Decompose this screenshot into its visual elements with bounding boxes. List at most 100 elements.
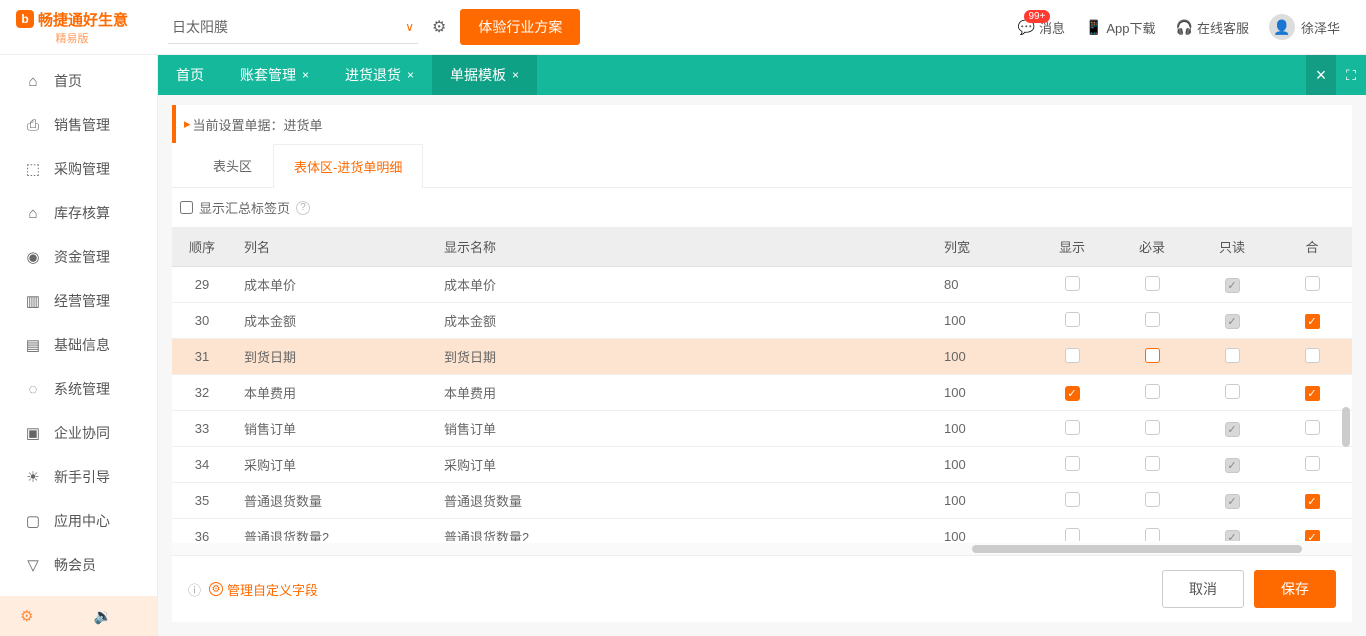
sound-icon[interactable]: 🔉: [93, 607, 112, 625]
table-row[interactable]: 34 采购订单 采购订单 100: [172, 447, 1352, 483]
checkbox[interactable]: [1305, 348, 1320, 363]
expand-button[interactable]: ⛶: [1336, 55, 1366, 95]
sidebar-item-7[interactable]: ◌系统管理: [0, 367, 157, 411]
checkbox[interactable]: [1305, 494, 1320, 509]
sidebar-item-1[interactable]: ⎙销售管理: [0, 103, 157, 147]
cell-readonly: [1192, 303, 1272, 339]
sidebar-item-11[interactable]: ▽畅会员: [0, 543, 157, 587]
sidebar-item-3[interactable]: ⌂库存核算: [0, 191, 157, 235]
close-icon[interactable]: ×: [512, 68, 519, 82]
messages-link[interactable]: 💬 消息 99+: [1018, 18, 1065, 37]
sidebar-icon: ⬚: [24, 160, 42, 178]
checkbox[interactable]: [1225, 384, 1240, 399]
cell-display: 成本金额: [432, 303, 932, 339]
cell-show: [1032, 519, 1112, 542]
table-row[interactable]: 30 成本金额 成本金额 100: [172, 303, 1352, 339]
checkbox[interactable]: [1225, 494, 1240, 509]
cell-required: [1112, 519, 1192, 542]
checkbox[interactable]: [1225, 422, 1240, 437]
sidebar-item-4[interactable]: ◉资金管理: [0, 235, 157, 279]
checkbox[interactable]: [1065, 456, 1080, 471]
show-summary-checkbox[interactable]: [180, 201, 193, 214]
table-row[interactable]: 33 销售订单 销售订单 100: [172, 411, 1352, 447]
table-row[interactable]: 29 成本单价 成本单价 80: [172, 267, 1352, 303]
checkbox[interactable]: [1145, 276, 1160, 291]
experience-button[interactable]: 体验行业方案: [460, 9, 580, 45]
checkbox[interactable]: [1065, 420, 1080, 435]
checkbox[interactable]: [1305, 456, 1320, 471]
sidebar-item-2[interactable]: ⬚采购管理: [0, 147, 157, 191]
checkbox[interactable]: [1225, 278, 1240, 293]
checkbox[interactable]: [1065, 492, 1080, 507]
sidebar-item-0[interactable]: ⌂首页: [0, 59, 157, 103]
inner-tab-0[interactable]: 表头区: [192, 143, 273, 187]
checkbox[interactable]: [1225, 348, 1240, 363]
checkbox[interactable]: [1145, 348, 1160, 363]
checkbox[interactable]: [1065, 386, 1080, 401]
checkbox[interactable]: [1145, 420, 1160, 435]
custom-fields-link[interactable]: ⚙ 管理自定义字段: [209, 580, 318, 599]
cell-total: [1272, 483, 1352, 519]
table-row[interactable]: 32 本单费用 本单费用 100: [172, 375, 1352, 411]
settings-icon[interactable]: ⚙: [20, 607, 33, 625]
close-icon[interactable]: ×: [407, 68, 414, 82]
sidebar-item-5[interactable]: ▥经营管理: [0, 279, 157, 323]
save-button[interactable]: 保存: [1254, 570, 1336, 608]
checkbox[interactable]: [1305, 420, 1320, 435]
checkbox[interactable]: [1145, 456, 1160, 471]
checkbox[interactable]: [1305, 276, 1320, 291]
checkbox[interactable]: [1145, 492, 1160, 507]
checkbox[interactable]: [1145, 384, 1160, 399]
tab-0[interactable]: 首页: [158, 55, 222, 95]
tab-1[interactable]: 账套管理×: [222, 55, 327, 95]
checkbox[interactable]: [1225, 458, 1240, 473]
cell-total: [1272, 411, 1352, 447]
table-row[interactable]: 35 普通退货数量 普通退货数量 100: [172, 483, 1352, 519]
company-selector[interactable]: 日太阳膜 ∨: [168, 11, 418, 44]
cell-show: [1032, 483, 1112, 519]
sidebar-label: 经营管理: [54, 291, 110, 311]
app-download-link[interactable]: 📱 App下载: [1085, 18, 1156, 37]
cell-required: [1112, 267, 1192, 303]
gear-icon[interactable]: ⚙: [432, 17, 446, 37]
horizontal-scrollbar-thumb[interactable]: [972, 545, 1302, 553]
checkbox[interactable]: [1225, 530, 1240, 542]
inner-tab-1[interactable]: 表体区-进货单明细: [273, 144, 423, 188]
checkbox[interactable]: [1225, 314, 1240, 329]
checkbox[interactable]: [1145, 528, 1160, 542]
sidebar-item-6[interactable]: ▤基础信息: [0, 323, 157, 367]
sidebar-icon: ▽: [24, 556, 42, 574]
horizontal-scrollbar-track[interactable]: [172, 543, 1352, 555]
close-tab-button[interactable]: ×: [1306, 55, 1336, 95]
table-row[interactable]: 31 到货日期 到货日期 100: [172, 339, 1352, 375]
checkbox[interactable]: [1305, 314, 1320, 329]
cs-label: 在线客服: [1197, 18, 1249, 37]
sidebar-item-8[interactable]: ▣企业协同: [0, 411, 157, 455]
vertical-scrollbar[interactable]: [1342, 407, 1350, 447]
checkbox[interactable]: [1305, 386, 1320, 401]
tab-2[interactable]: 进货退货×: [327, 55, 432, 95]
cell-readonly: [1192, 375, 1272, 411]
sidebar-item-10[interactable]: ▢应用中心: [0, 499, 157, 543]
checkbox[interactable]: [1065, 312, 1080, 327]
close-icon[interactable]: ×: [302, 68, 309, 82]
sidebar-icon: ▢: [24, 512, 42, 530]
checkbox[interactable]: [1305, 530, 1320, 542]
tab-label: 单据模板: [450, 65, 506, 85]
help-icon[interactable]: ?: [296, 201, 310, 215]
tab-3[interactable]: 单据模板 ×: [432, 55, 537, 95]
customer-service-link[interactable]: 🎧 在线客服: [1176, 18, 1249, 37]
cancel-button[interactable]: 取消: [1162, 570, 1244, 608]
cell-name: 本单费用: [232, 375, 432, 411]
sidebar-label: 销售管理: [54, 115, 110, 135]
sidebar-item-9[interactable]: ☀新手引导: [0, 455, 157, 499]
table-row[interactable]: 36 普通退货数量2 普通退货数量2 100: [172, 519, 1352, 542]
checkbox[interactable]: [1145, 312, 1160, 327]
checkbox[interactable]: [1065, 348, 1080, 363]
user-menu[interactable]: 👤 徐泽华: [1269, 14, 1340, 40]
col-seq-header: 顺序: [172, 227, 232, 267]
cell-required: [1112, 339, 1192, 375]
cell-width: 80: [932, 267, 1032, 303]
checkbox[interactable]: [1065, 276, 1080, 291]
checkbox[interactable]: [1065, 528, 1080, 542]
